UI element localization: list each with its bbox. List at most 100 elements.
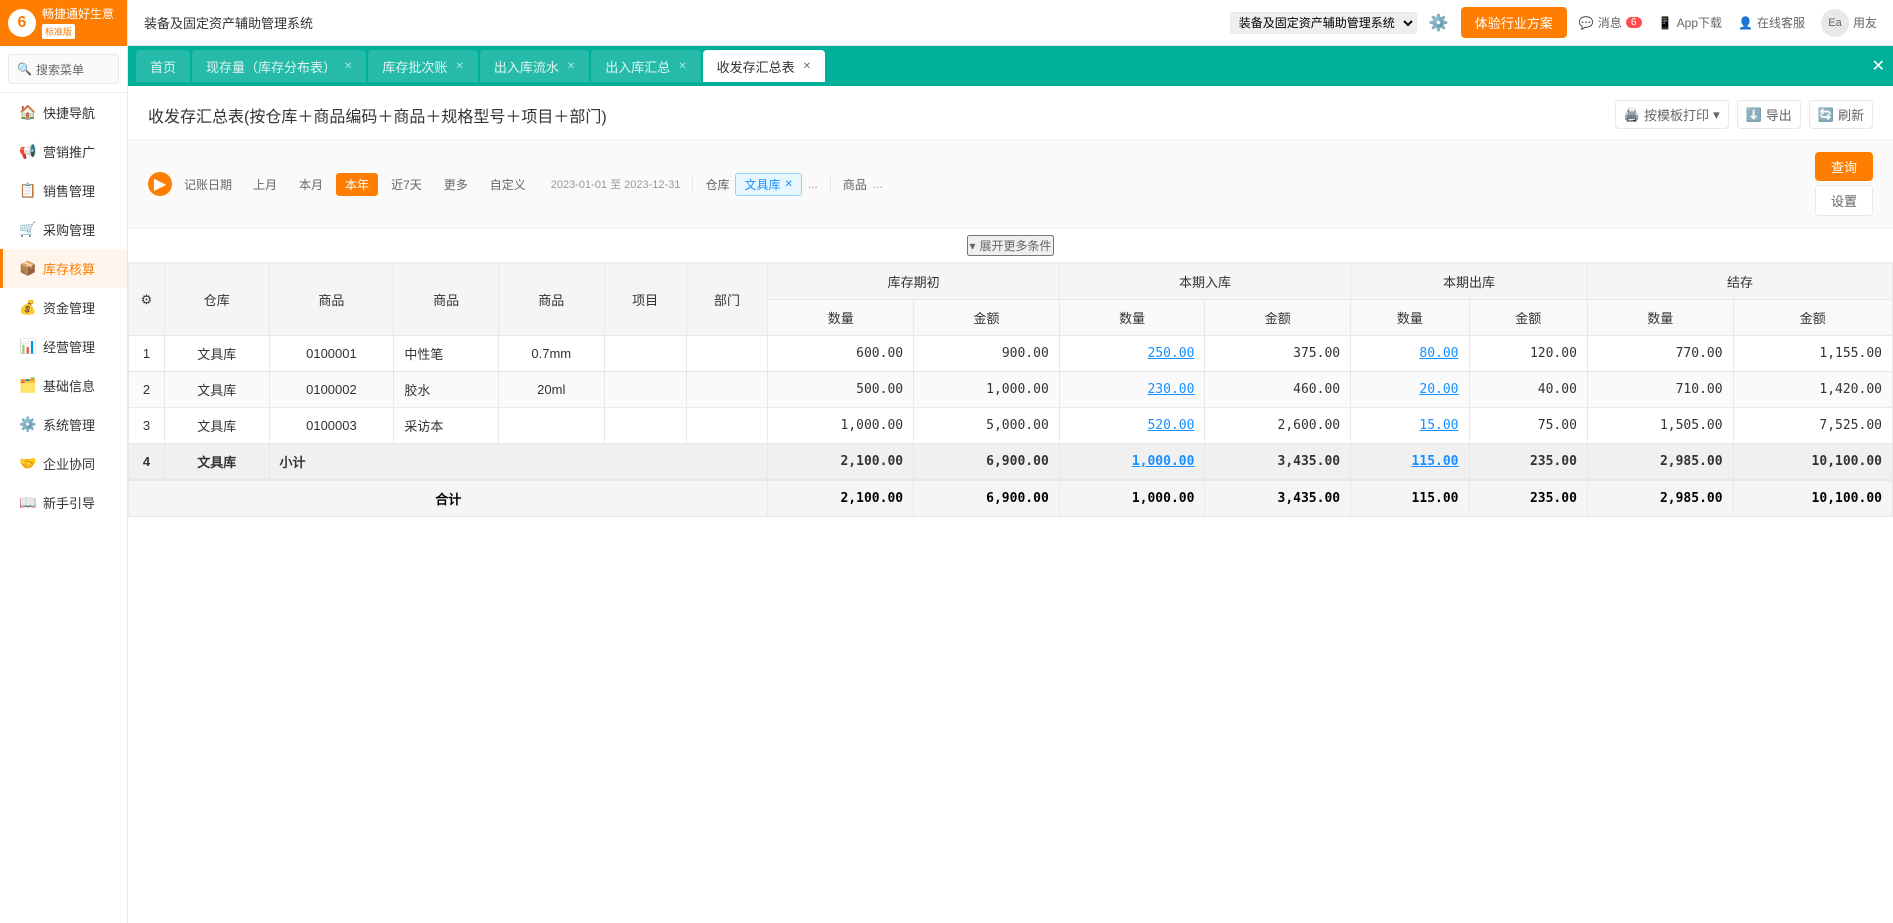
row-out-qty[interactable]: 15.00: [1351, 408, 1469, 444]
trial-button[interactable]: 体验行业方案: [1461, 7, 1567, 38]
table-row: 3 文具库 0100003 采访本 1,000.00 5,000.00 520.…: [129, 408, 1893, 444]
out-qty-link[interactable]: 20.00: [1419, 382, 1458, 397]
system-selector[interactable]: 装备及固定资产辅助管理系统: [1230, 12, 1417, 34]
out-qty-link[interactable]: 80.00: [1419, 346, 1458, 361]
date-pill-7days[interactable]: 近7天: [382, 173, 431, 196]
query-button[interactable]: 查询: [1815, 152, 1873, 181]
tab-close-inventory-dist[interactable]: ✕: [344, 61, 352, 72]
in-qty-link[interactable]: 230.00: [1147, 382, 1194, 397]
col-opening-header: 库存期初: [768, 264, 1059, 300]
col-dept-header: 部门: [686, 264, 768, 336]
settings-icon[interactable]: ⚙️: [1429, 13, 1449, 33]
row-in-qty[interactable]: 250.00: [1059, 336, 1205, 372]
tab-close-inout-summary[interactable]: ✕: [678, 61, 686, 72]
tab-bar-close-button[interactable]: ✕: [1872, 56, 1885, 76]
row-project: [604, 408, 686, 444]
row-out-amt: 120.00: [1469, 336, 1587, 372]
tab-close-batch-ledger[interactable]: ✕: [455, 61, 463, 72]
sidebar-item-purchase[interactable]: 🛒 采购管理: [0, 210, 127, 249]
table-row: 1 文具库 0100001 中性笔 0.7mm 600.00 900.00 25…: [129, 336, 1893, 372]
tab-inout-flow[interactable]: 出入库流水 ✕: [480, 50, 589, 82]
in-qty-link[interactable]: 520.00: [1147, 418, 1194, 433]
col-closing-header: 结存: [1587, 264, 1892, 300]
chevron-down-icon: ▾: [1713, 107, 1720, 123]
date-pill-last-month[interactable]: 上月: [244, 173, 286, 196]
search-menu-button[interactable]: 🔍 搜索菜单: [8, 54, 119, 84]
sidebar-logo: 6: [8, 9, 36, 37]
inventory-icon: 📦: [19, 260, 35, 277]
row-out-qty[interactable]: 20.00: [1351, 372, 1469, 408]
page-actions: 🖨️ 按模板打印 ▾ ⬇️ 导出 🔄 刷新: [1615, 100, 1873, 129]
row-opening-qty: 1,000.00: [768, 408, 914, 444]
sidebar-item-marketing[interactable]: 📢 营销推广: [0, 132, 127, 171]
row-closing-amt: 1,420.00: [1733, 372, 1892, 408]
expand-more-button[interactable]: ▾ 展开更多条件: [967, 235, 1053, 256]
refresh-icon: 🔄: [1818, 107, 1834, 123]
row-in-amt: 375.00: [1205, 336, 1351, 372]
total-opening-amt: 6,900.00: [914, 480, 1060, 517]
message-button[interactable]: 💬 消息 6: [1579, 14, 1642, 31]
row-warehouse: 文具库: [165, 372, 270, 408]
col-closing-amt-header: 金额: [1733, 300, 1892, 336]
row-in-qty[interactable]: 230.00: [1059, 372, 1205, 408]
date-pill-this-year[interactable]: 本年: [336, 173, 378, 196]
user-menu[interactable]: Ea 用友: [1821, 9, 1877, 37]
sidebar-item-operations[interactable]: 📊 经营管理: [0, 327, 127, 366]
row-closing-amt: 1,155.00: [1733, 336, 1892, 372]
sidebar-item-sales[interactable]: 📋 销售管理: [0, 171, 127, 210]
row-out-qty[interactable]: 80.00: [1351, 336, 1469, 372]
refresh-button[interactable]: 🔄 刷新: [1809, 100, 1873, 129]
sidebar-item-basic[interactable]: 🗂️ 基础信息: [0, 366, 127, 405]
tab-batch-ledger[interactable]: 库存批次账 ✕: [368, 50, 477, 82]
goods-more-button[interactable]: ...: [873, 177, 883, 191]
warehouse-more-button[interactable]: ...: [808, 177, 818, 191]
sidebar-item-guide[interactable]: 📖 新手引导: [0, 483, 127, 522]
tab-home[interactable]: 首页: [136, 50, 190, 82]
table-row: 2 文具库 0100002 胶水 20ml 500.00 1,000.00 23…: [129, 372, 1893, 408]
sidebar-item-enterprise[interactable]: 🤝 企业协同: [0, 444, 127, 483]
user-avatar: Ea: [1821, 9, 1849, 37]
date-pill-this-month[interactable]: 本月: [290, 173, 332, 196]
col-closing-qty-header: 数量: [1587, 300, 1733, 336]
date-pill-custom[interactable]: 自定义: [481, 173, 535, 196]
template-print-button[interactable]: 🖨️ 按模板打印 ▾: [1615, 100, 1729, 129]
row-name: 中性笔: [394, 336, 499, 372]
export-button[interactable]: ⬇️ 导出: [1737, 100, 1801, 129]
date-pill-more[interactable]: 更多: [435, 173, 477, 196]
top-actions: 💬 消息 6 📱 App下载 👤 在线客服 Ea 用友: [1579, 9, 1877, 37]
row-closing-qty: 770.00: [1587, 336, 1733, 372]
sidebar-item-quick-nav[interactable]: 🏠 快捷导航: [0, 93, 127, 132]
warehouse-filter-label: 仓库: [705, 176, 729, 193]
date-pills: 上月 本月 本年 近7天 更多 自定义: [244, 173, 535, 196]
out-qty-link[interactable]: 15.00: [1419, 418, 1458, 433]
sidebar-item-system[interactable]: ⚙️ 系统管理: [0, 405, 127, 444]
row-opening-qty: 600.00: [768, 336, 914, 372]
sidebar-item-finance[interactable]: 💰 资金管理: [0, 288, 127, 327]
subtotal-label: 小计: [269, 444, 768, 481]
online-service-button[interactable]: 👤 在线客服: [1738, 14, 1805, 31]
tab-close-recv-send-summary[interactable]: ✕: [803, 61, 811, 72]
filter-expand-button[interactable]: ▶: [148, 172, 172, 196]
row-name: 胶水: [394, 372, 499, 408]
col-spec-header: 商品: [498, 264, 604, 336]
total-opening-qty: 2,100.00: [768, 480, 914, 517]
tab-recv-send-summary[interactable]: 收发存汇总表 ✕: [703, 50, 825, 82]
total-in-amt: 3,435.00: [1205, 480, 1351, 517]
app-download-button[interactable]: 📱 App下载: [1658, 14, 1722, 31]
sidebar-search-area: 🔍 搜索菜单: [0, 46, 127, 93]
tab-inout-summary[interactable]: 出入库汇总 ✕: [591, 50, 700, 82]
phone-icon: 📱: [1658, 16, 1673, 30]
tab-close-inout-flow[interactable]: ✕: [567, 61, 575, 72]
date-range-display: 2023-01-01 至 2023-12-31: [551, 176, 681, 192]
marketing-icon: 📢: [19, 143, 35, 160]
sidebar-item-inventory[interactable]: 📦 库存核算: [0, 249, 127, 288]
row-code: 0100002: [269, 372, 394, 408]
warehouse-tag-close[interactable]: ✕: [784, 179, 792, 190]
row-in-qty[interactable]: 520.00: [1059, 408, 1205, 444]
subtotal-out-amt: 235.00: [1469, 444, 1587, 481]
in-qty-link[interactable]: 250.00: [1147, 346, 1194, 361]
tab-inventory-dist[interactable]: 现存量（库存分布表） ✕: [192, 50, 366, 82]
col-out-qty-header: 数量: [1351, 300, 1469, 336]
table-settings-button[interactable]: 设置: [1815, 185, 1873, 216]
col-settings-header[interactable]: ⚙: [129, 264, 165, 336]
